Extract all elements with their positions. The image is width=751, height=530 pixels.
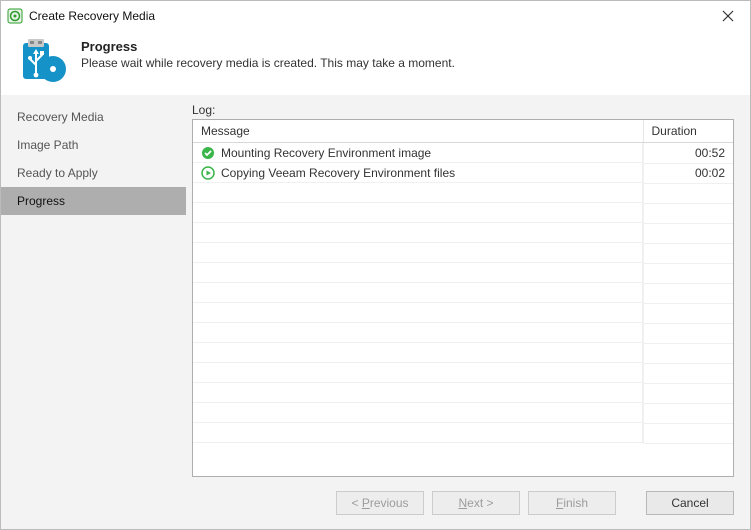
close-button[interactable] <box>706 1 750 31</box>
page-subheading: Please wait while recovery media is crea… <box>81 56 455 70</box>
sidebar-step-ready-to-apply[interactable]: Ready to Apply <box>1 159 186 187</box>
header-text: Progress Please wait while recovery medi… <box>81 37 455 85</box>
play-circle-icon <box>201 166 215 180</box>
titlebar: Create Recovery Media <box>1 1 750 31</box>
wizard-header: Progress Please wait while recovery medi… <box>1 31 750 95</box>
check-circle-icon <box>201 146 215 160</box>
app-icon <box>7 8 23 24</box>
sidebar-step-progress[interactable]: Progress <box>1 187 186 215</box>
sidebar-step-image-path[interactable]: Image Path <box>1 131 186 159</box>
page-heading: Progress <box>81 39 455 54</box>
wizard-sidebar: Recovery Media Image Path Ready to Apply… <box>1 95 186 477</box>
log-duration: 00:52 <box>643 143 733 164</box>
log-col-message[interactable]: Message <box>193 120 643 143</box>
log-message: Mounting Recovery Environment image <box>221 146 431 160</box>
cancel-button[interactable]: Cancel <box>646 491 734 515</box>
previous-button: < Previous <box>336 491 424 515</box>
wizard-main: Log: Message Duration <box>186 95 750 477</box>
sidebar-step-recovery-media[interactable]: Recovery Media <box>1 103 186 131</box>
log-duration: 00:02 <box>643 163 733 183</box>
log-row: Mounting Recovery Environment image 00:5… <box>193 143 733 164</box>
wizard-window: Create Recovery Media <box>0 0 751 530</box>
wizard-body: Recovery Media Image Path Ready to Apply… <box>1 95 750 477</box>
log-table: Message Duration <box>192 119 734 477</box>
log-label: Log: <box>192 103 734 117</box>
next-button: Next > <box>432 491 520 515</box>
log-row: Copying Veeam Recovery Environment files… <box>193 163 733 183</box>
log-message: Copying Veeam Recovery Environment files <box>221 166 455 180</box>
close-icon <box>722 10 734 22</box>
log-col-duration[interactable]: Duration <box>643 120 733 143</box>
wizard-footer: < Previous Next > Finish Cancel <box>1 477 750 529</box>
window-title: Create Recovery Media <box>29 9 706 23</box>
finish-button: Finish <box>528 491 616 515</box>
usb-disc-icon <box>19 37 67 85</box>
log-header-row: Message Duration <box>193 120 733 143</box>
